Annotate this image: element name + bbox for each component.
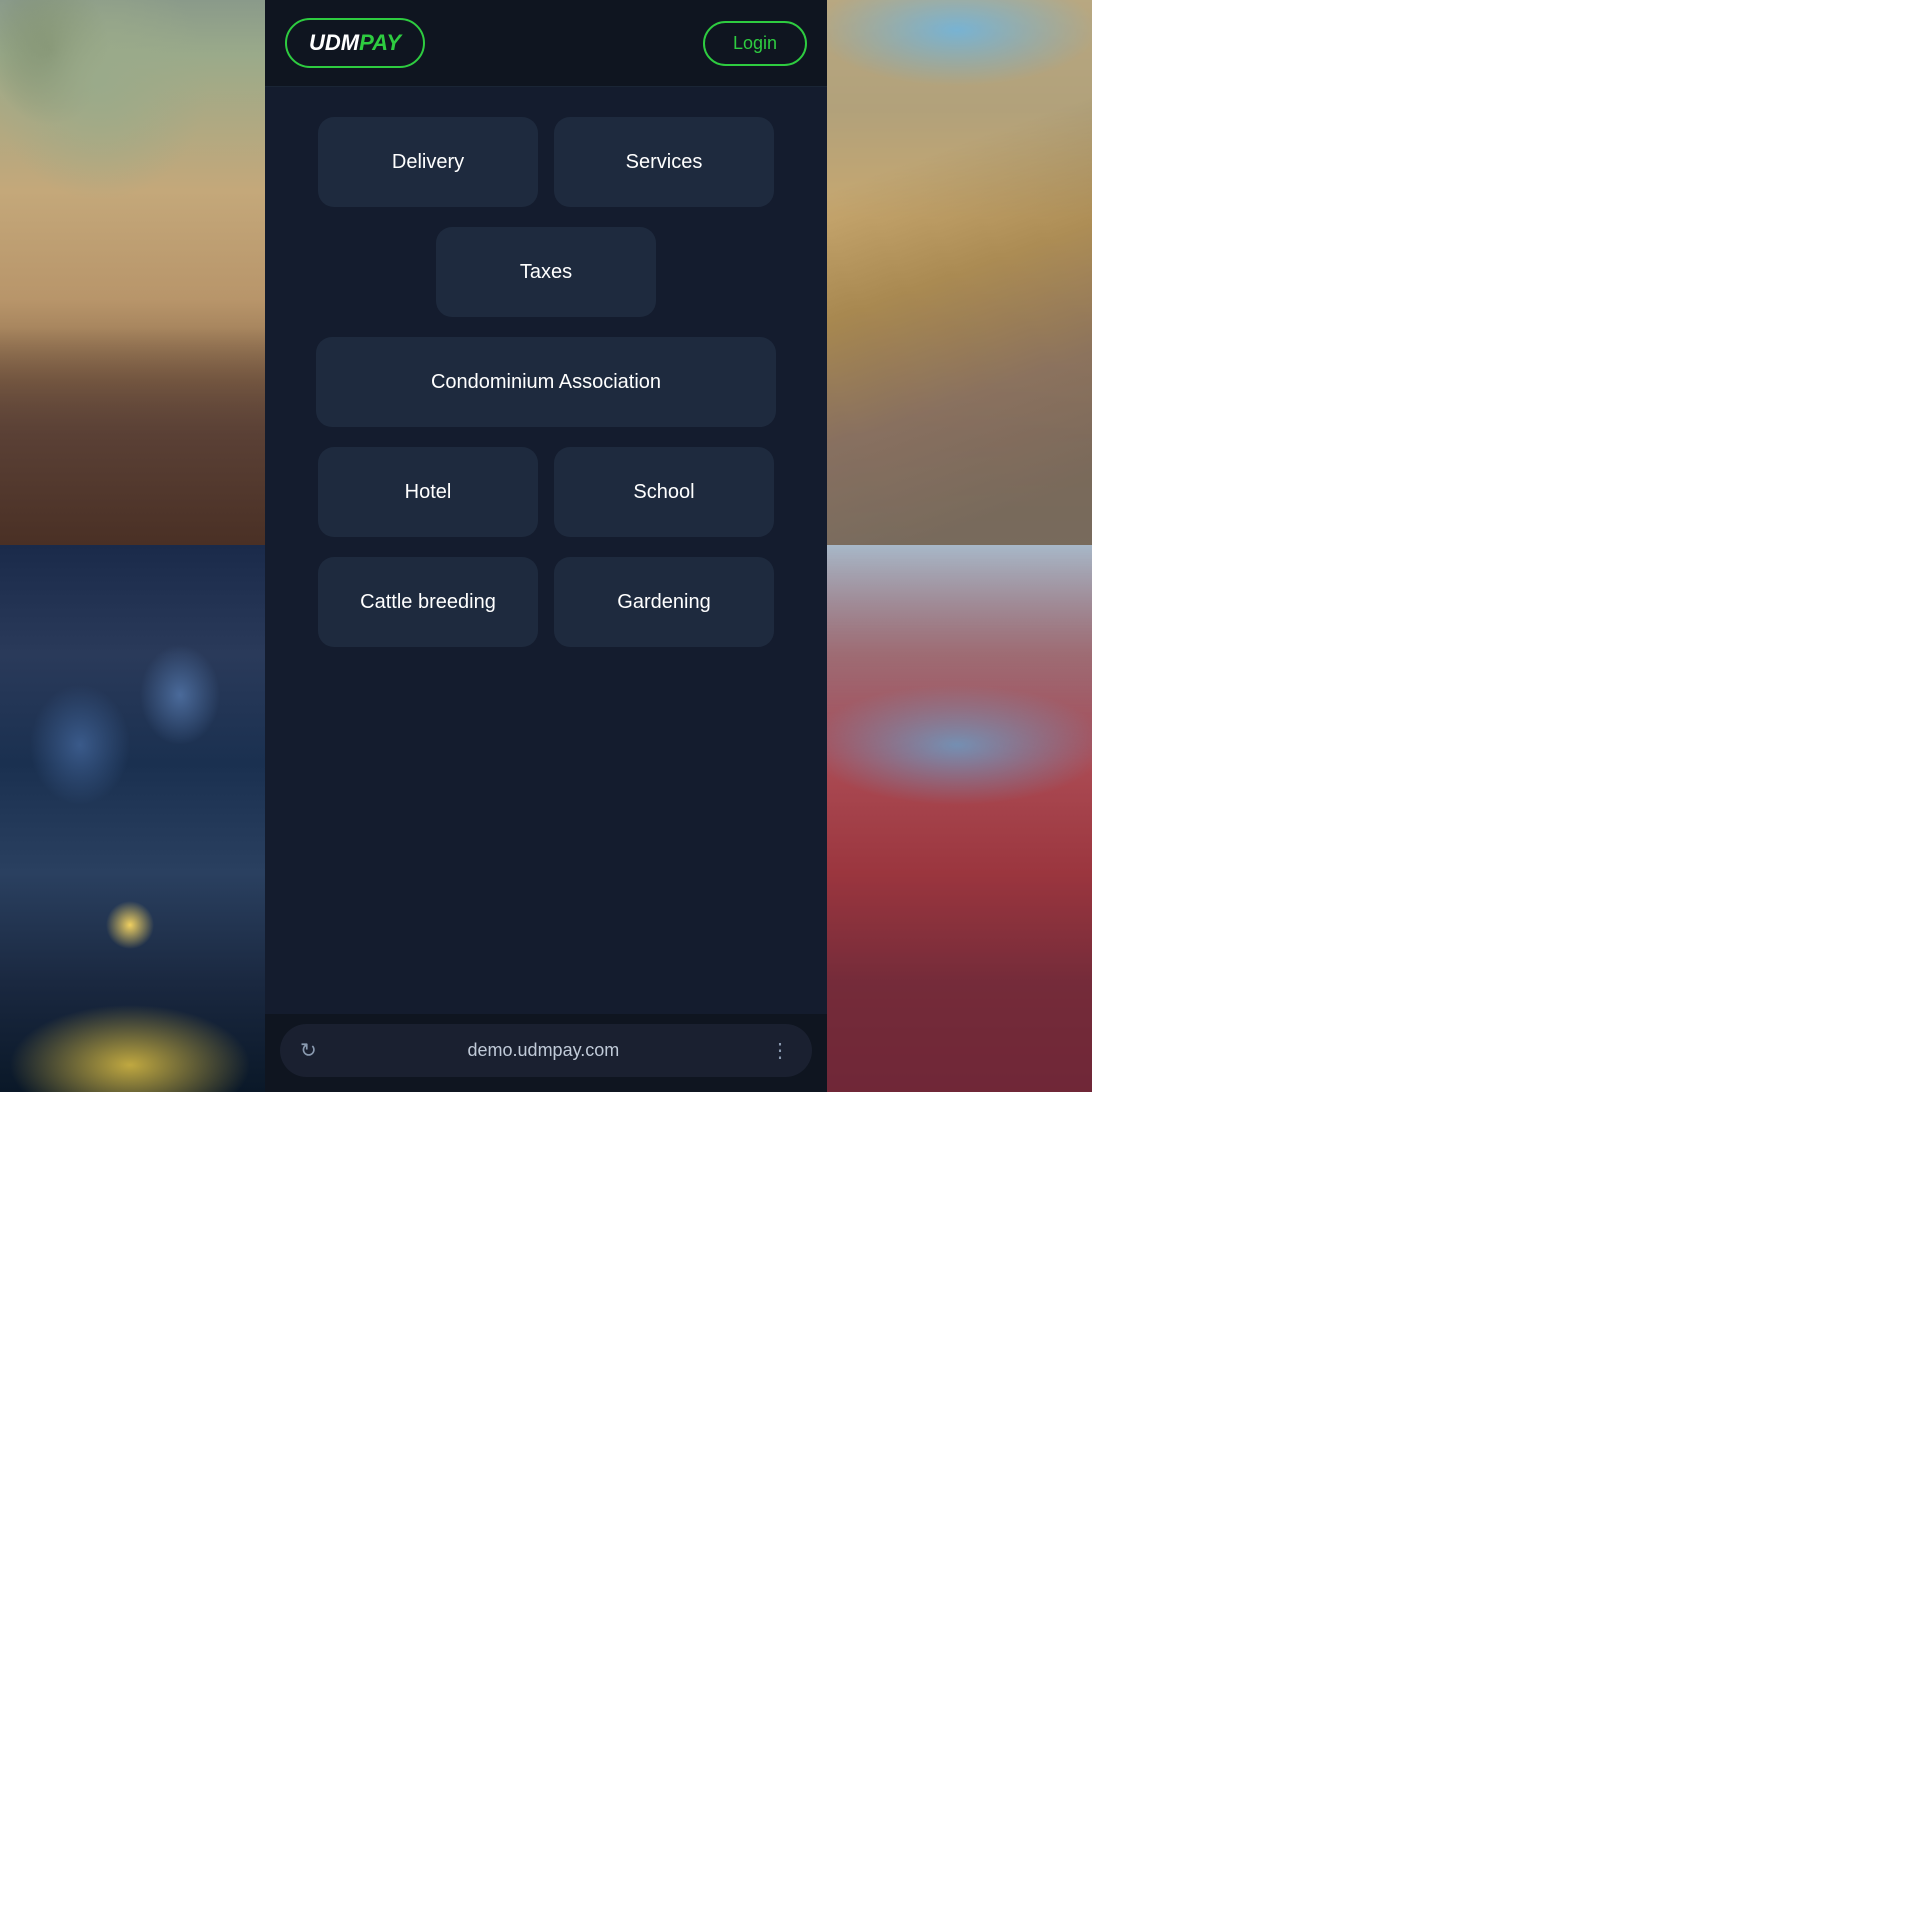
- more-options-icon[interactable]: ⋮: [770, 1038, 792, 1063]
- taxes-button[interactable]: Taxes: [436, 227, 656, 317]
- delivery-button[interactable]: Delivery: [318, 117, 538, 207]
- hotel-button[interactable]: Hotel: [318, 447, 538, 537]
- login-button[interactable]: Login: [703, 21, 807, 66]
- row-5: Cattle breeding Gardening: [285, 557, 807, 647]
- logo-pay-text: PAY: [359, 30, 401, 56]
- browser-bar: ↻ demo.udmpay.com ⋮: [280, 1024, 812, 1077]
- services-button[interactable]: Services: [554, 117, 774, 207]
- header: UDM PAY Login: [265, 0, 827, 87]
- content-area: Delivery Services Taxes Condominium Asso…: [265, 87, 827, 1014]
- cattle-button[interactable]: Cattle breeding: [318, 557, 538, 647]
- photo-top-left: [0, 0, 265, 545]
- row-2: Taxes: [285, 227, 807, 317]
- row-1: Delivery Services: [285, 117, 807, 207]
- row-3: Condominium Association: [285, 337, 807, 427]
- photo-top-right: [827, 0, 1092, 545]
- condo-button[interactable]: Condominium Association: [316, 337, 776, 427]
- photo-bottom-left: [0, 545, 265, 1092]
- logo-button[interactable]: UDM PAY: [285, 18, 425, 68]
- app-panel: UDM PAY Login Delivery Services Taxes Co…: [265, 0, 827, 1092]
- refresh-icon[interactable]: ↻: [300, 1038, 317, 1063]
- logo-udm-text: UDM: [309, 30, 359, 56]
- row-4: Hotel School: [285, 447, 807, 537]
- gardening-button[interactable]: Gardening: [554, 557, 774, 647]
- url-text[interactable]: demo.udmpay.com: [329, 1040, 758, 1061]
- photo-bottom-right: [827, 545, 1092, 1092]
- school-button[interactable]: School: [554, 447, 774, 537]
